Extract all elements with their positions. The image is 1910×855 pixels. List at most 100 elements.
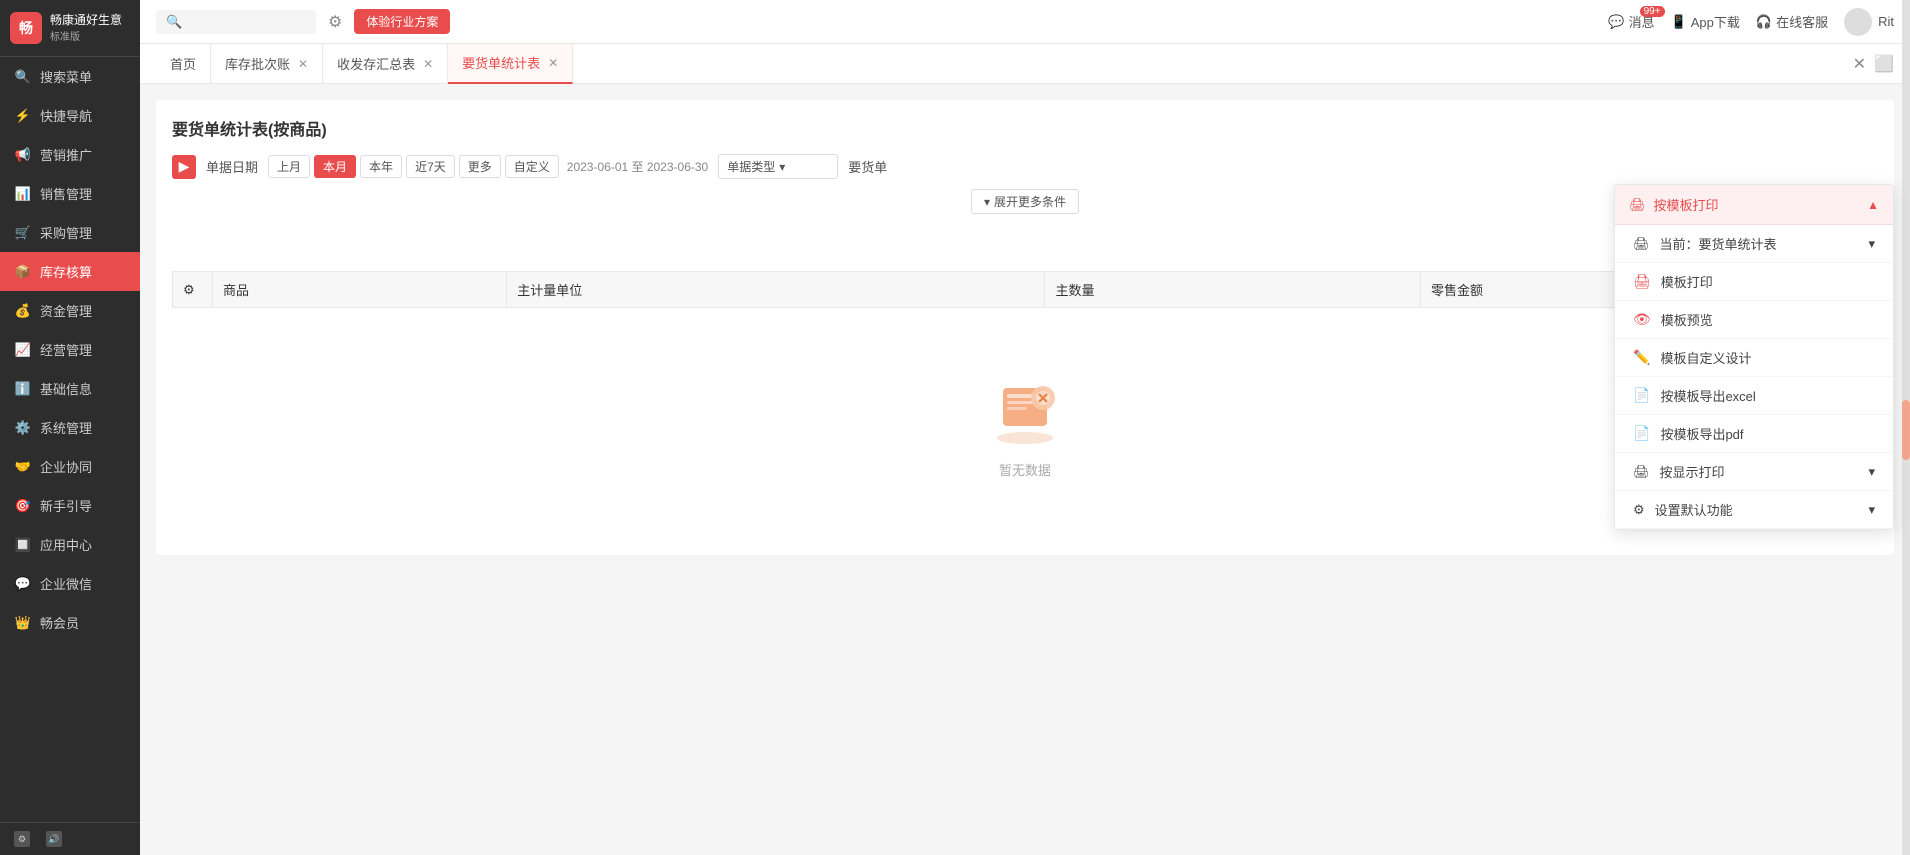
sidebar-item-app-center[interactable]: 🔲 应用中心 (0, 525, 140, 564)
dropdown-title: 按模板打印 (1654, 195, 1719, 214)
tab-close-receive-summary[interactable]: ✕ (423, 57, 433, 71)
template-pdf-label: 按模板导出pdf (1660, 424, 1743, 443)
content-area: 要货单统计表(按商品) ▶ 单据日期 上月 本月 本年 近7天 更多 自定义 2… (140, 84, 1910, 855)
sidebar-item-search[interactable]: 🔍 搜索菜单 (0, 57, 140, 96)
filter-toggle-button[interactable]: ▶ (172, 155, 196, 179)
topbar-actions: 💬 消息 99+ 📱 App下载 🎧 在线客服 Rit (1608, 8, 1894, 36)
sidebar-item-enterprise-wechat[interactable]: 💬 企业微信 (0, 564, 140, 603)
sidebar-bottom: ⚙ 🔊 (0, 822, 140, 855)
headset-icon: 🎧 (1756, 14, 1772, 30)
sidebar-item-operations[interactable]: 📈 经营管理 (0, 330, 140, 369)
logo-area: 畅 畅康通好生意 标准版 (0, 0, 140, 57)
inventory-icon: 📦 (14, 263, 32, 281)
messages-badge: 99+ (1640, 6, 1665, 17)
template-excel-icon: 📄 (1633, 387, 1650, 404)
current-chevron-icon: ▾ (1868, 236, 1875, 252)
enterprise-wechat-icon: 💬 (14, 575, 32, 593)
tabs-controls: ✕ ⬜ (1853, 54, 1894, 74)
username: Rit (1878, 14, 1894, 29)
col-settings[interactable]: ⚙ (173, 272, 213, 308)
display-print-icon: 🖨 (1633, 464, 1650, 480)
search-nav-icon: 🔍 (14, 68, 32, 86)
sidebar-item-quick-nav[interactable]: ⚡ 快捷导航 (0, 96, 140, 135)
sidebar-item-inventory[interactable]: 📦 库存核算 (0, 252, 140, 291)
app-download-label: App下载 (1691, 12, 1740, 31)
template-design-label: 模板自定义设计 (1660, 348, 1751, 367)
scrollbar-thumb (1902, 400, 1910, 460)
expand-more-label: 展开更多条件 (994, 193, 1066, 210)
dropdown-set-default[interactable]: ⚙ 设置默认功能 ▾ (1615, 491, 1893, 529)
dropdown-current-item[interactable]: 🖨 当前：要货单统计表 ▾ (1615, 225, 1893, 263)
sidebar-item-enterprise[interactable]: 🤝 企业协同 (0, 447, 140, 486)
dropdown-item-template-design[interactable]: ✏️ 模板自定义设计 (1615, 339, 1893, 377)
sidebar-item-finance[interactable]: 💰 资金管理 (0, 291, 140, 330)
template-excel-label: 按模板导出excel (1660, 386, 1755, 405)
sidebar-item-purchase[interactable]: 🛒 采购管理 (0, 213, 140, 252)
online-service-button[interactable]: 🎧 在线客服 (1756, 12, 1828, 31)
date-range-display: 2023-06-01 至 2023-06-30 (567, 158, 708, 175)
template-print-dropdown: 🖨 按模板打印 ▲ 🖨 当前：要货单统计表 ▾ 🖨 模板打印 👁 模板预览 (1614, 184, 1894, 530)
tab-order-stats[interactable]: 要货单统计表 ✕ (448, 44, 573, 84)
topbar-search-box[interactable]: 🔍 (156, 10, 316, 34)
page-title: 要货单统计表(按商品) (172, 116, 1878, 140)
order-type-select[interactable]: 单据类型 ▾ (718, 154, 838, 179)
logo-title: 畅康通好生意 (50, 13, 122, 29)
dropdown-chevron-icon: ▲ (1867, 198, 1879, 212)
dropdown-item-template-excel[interactable]: 📄 按模板导出excel (1615, 377, 1893, 415)
col-quantity: 主数量 (1045, 272, 1421, 308)
filter-row: ▶ 单据日期 上月 本月 本年 近7天 更多 自定义 2023-06-01 至 … (172, 154, 1878, 179)
app-download-button[interactable]: 📱 App下载 (1671, 12, 1740, 31)
tab-receive-summary[interactable]: 收发存汇总表 ✕ (323, 44, 448, 84)
dropdown-display-print[interactable]: 🖨 按显示打印 ▾ (1615, 453, 1893, 491)
right-scrollbar[interactable] (1902, 0, 1910, 855)
empty-text: 暂无数据 (999, 460, 1051, 479)
enterprise-icon: 🤝 (14, 458, 32, 476)
sidebar-item-system[interactable]: ⚙️ 系统管理 (0, 408, 140, 447)
current-template-label: 当前：要货单统计表 (1660, 234, 1777, 253)
trial-button[interactable]: 体验行业方案 (354, 9, 450, 34)
printer-icon: 🖨 (1629, 197, 1646, 213)
date-btn-last-month[interactable]: 上月 (268, 155, 310, 178)
avatar (1844, 8, 1872, 36)
dropdown-item-template-preview[interactable]: 👁 模板预览 (1615, 301, 1893, 339)
date-btn-custom[interactable]: 自定义 (505, 155, 559, 178)
tab-close-inventory-batch[interactable]: ✕ (298, 57, 308, 71)
date-btn-this-month[interactable]: 本月 (314, 155, 356, 178)
dropdown-item-template-print[interactable]: 🖨 模板打印 (1615, 263, 1893, 301)
dropdown-item-template-pdf[interactable]: 📄 按模板导出pdf (1615, 415, 1893, 453)
operations-icon: 📈 (14, 341, 32, 359)
sidebar: 畅 畅康通好生意 标准版 🔍 搜索菜单 ⚡ 快捷导航 📢 营销推广 📊 销售管理… (0, 0, 140, 855)
column-settings-icon[interactable]: ⚙ (183, 282, 195, 297)
online-service-label: 在线客服 (1776, 12, 1828, 31)
sales-icon: 📊 (14, 185, 32, 203)
sidebar-item-vip[interactable]: 👑 畅会员 (0, 603, 140, 642)
sidebar-scroll-up[interactable]: ⚙ (14, 831, 30, 847)
expand-more-button[interactable]: ▾ 展开更多条件 (971, 189, 1079, 214)
date-btn-this-year[interactable]: 本年 (360, 155, 402, 178)
set-default-icon: ⚙ (1633, 502, 1645, 518)
system-icon: ⚙️ (14, 419, 32, 437)
topbar-search-input[interactable] (188, 15, 306, 29)
purchase-icon: 🛒 (14, 224, 32, 242)
set-default-label: 设置默认功能 (1655, 500, 1733, 519)
sidebar-item-sales[interactable]: 📊 销售管理 (0, 174, 140, 213)
tab-maximize-btn[interactable]: ⬜ (1874, 54, 1894, 74)
main-area: 🔍 ⚙ 体验行业方案 💬 消息 99+ 📱 App下载 🎧 在线客服 Rit (140, 0, 1910, 855)
topbar-settings-icon[interactable]: ⚙ (328, 12, 342, 32)
tab-close-order-stats[interactable]: ✕ (548, 56, 558, 70)
user-menu[interactable]: Rit (1844, 8, 1894, 36)
messages-button[interactable]: 💬 消息 99+ (1608, 12, 1654, 31)
date-btn-last-7-days[interactable]: 近7天 (406, 155, 455, 178)
tab-close-window-btn[interactable]: ✕ (1853, 54, 1866, 74)
tab-inventory-batch[interactable]: 库存批次账 ✕ (211, 44, 323, 84)
dropdown-header[interactable]: 🖨 按模板打印 ▲ (1615, 185, 1893, 225)
sidebar-item-basic-info[interactable]: ℹ️ 基础信息 (0, 369, 140, 408)
date-btn-more[interactable]: 更多 (459, 155, 501, 178)
empty-illustration (985, 368, 1065, 448)
sidebar-item-newbie[interactable]: 🎯 新手引导 (0, 486, 140, 525)
topbar: 🔍 ⚙ 体验行业方案 💬 消息 99+ 📱 App下载 🎧 在线客服 Rit (140, 0, 1910, 44)
sidebar-nav: 🔍 搜索菜单 ⚡ 快捷导航 📢 营销推广 📊 销售管理 🛒 采购管理 📦 库存核… (0, 57, 140, 822)
tab-home[interactable]: 首页 (156, 44, 211, 84)
sidebar-scroll-down[interactable]: 🔊 (46, 831, 62, 847)
sidebar-item-marketing[interactable]: 📢 营销推广 (0, 135, 140, 174)
